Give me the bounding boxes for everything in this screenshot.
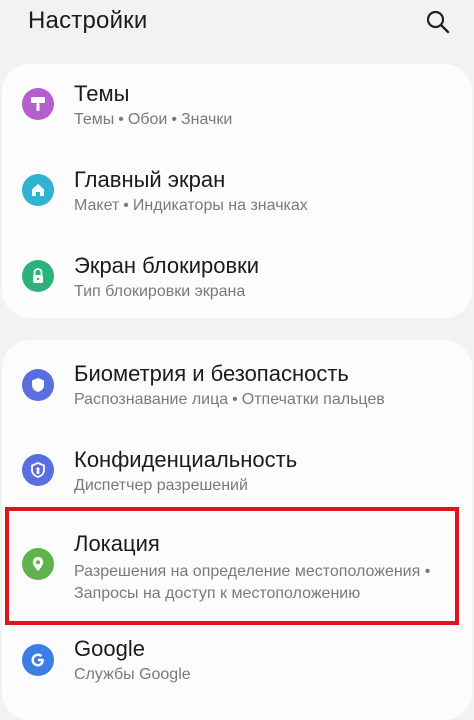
settings-item-subtitle: Запросы на доступ к местоположению [74, 585, 361, 602]
settings-item-label: Главный экран [74, 167, 226, 192]
settings-item-label: Google [74, 636, 145, 661]
privacy-icon [22, 454, 54, 486]
settings-item-subtitle: Разрешения на определение местоположения… [74, 563, 431, 580]
top-bar: Настройки [0, 0, 474, 48]
settings-item-subtitle: Службы Google [74, 666, 191, 683]
lock-icon [22, 260, 54, 292]
home-icon [22, 174, 54, 206]
themes-icon [22, 88, 54, 120]
settings-item-label: Биометрия и безопасность [74, 361, 349, 386]
settings-item-subtitle: Темы • Обои • Значки [74, 111, 233, 128]
location-pin-icon [22, 548, 54, 580]
settings-item-label: Экран блокировки [74, 253, 260, 278]
page-title: Настройки [28, 7, 148, 34]
settings-group-display: Темы Темы • Обои • Значки Главный экран Маке… [2, 64, 472, 318]
settings-item-label: Конфиденциальность [74, 447, 298, 472]
settings-item-subtitle: Распознавание лица • Отпечатки пальцев [74, 391, 385, 408]
settings-item-lock-screen[interactable]: Экран блокировки Тип блокировки экрана [2, 238, 472, 318]
settings-item-location[interactable]: Локация Разрешения на определение местоп… [2, 516, 472, 620]
settings-item-label: Темы [74, 81, 130, 106]
settings-item-subtitle: Макет • Индикаторы на значках [74, 197, 308, 214]
settings-item-themes[interactable]: Темы Темы • Обои • Значки [2, 66, 472, 152]
settings-item-google[interactable]: Google Службы Google [2, 622, 472, 708]
settings-item-biometrics-security[interactable]: Биометрия и безопасность Распознавание л… [2, 342, 472, 428]
settings-group-security: Биометрия и безопасность Распознавание л… [2, 340, 472, 720]
settings-item-label: Локация [74, 531, 160, 556]
settings-item-subtitle: Диспетчер разрешений [74, 477, 248, 494]
settings-item-home-screen[interactable]: Главный экран Макет • Индикаторы на значка… [2, 152, 472, 238]
search-icon[interactable] [424, 8, 452, 36]
shield-icon [22, 369, 54, 401]
settings-item-subtitle: Тип блокировки экрана [74, 283, 246, 300]
google-icon [22, 644, 54, 676]
settings-item-privacy[interactable]: Конфиденциальность Диспетчер разрешений [2, 430, 472, 516]
